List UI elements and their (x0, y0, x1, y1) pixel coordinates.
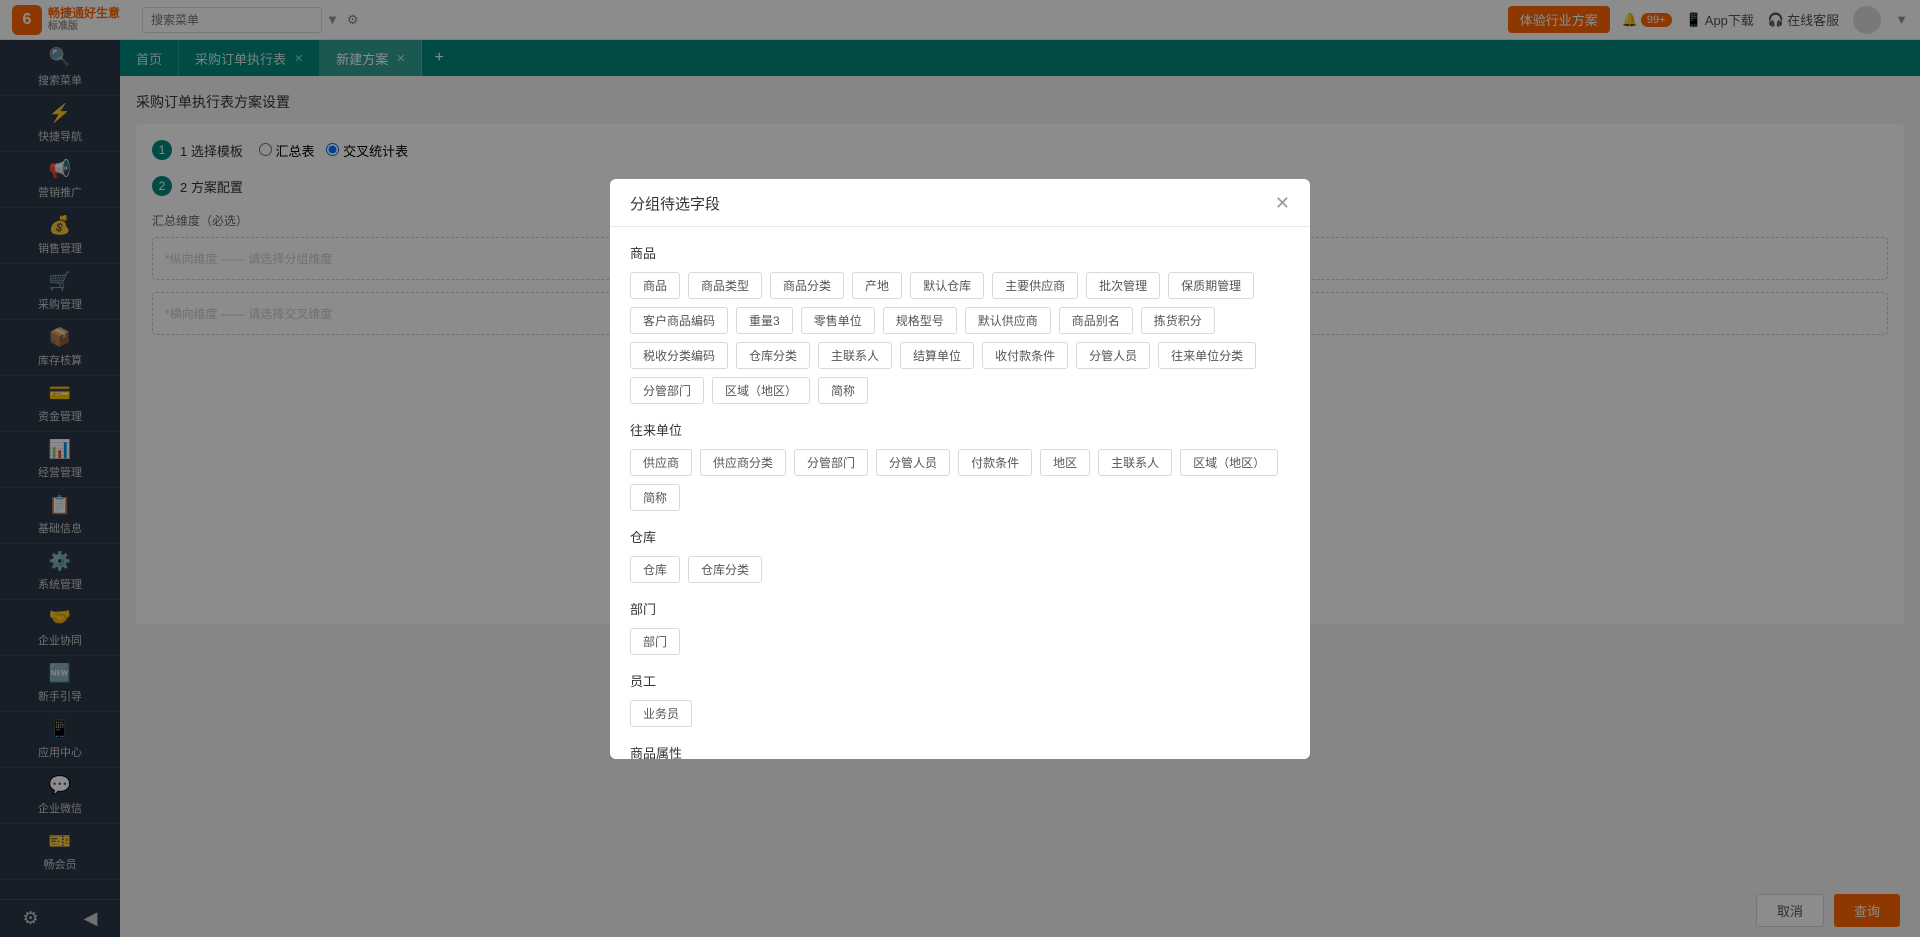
field-chip-零售单位[interactable]: 零售单位 (801, 307, 875, 334)
field-chip-结算单位[interactable]: 结算单位 (900, 342, 974, 369)
field-section-部门: 部门部门 (630, 599, 1290, 655)
field-section-往来单位: 往来单位供应商供应商分类分管部门分管人员付款条件地区主联系人区域（地区） 简称 (630, 420, 1290, 511)
field-select-modal: 分组待选字段 ✕ 商品商品商品类型商品分类产地默认仓库主要供应商批次管理保质期管… (610, 179, 1310, 759)
field-chip-分管部门[interactable]: 分管部门 (630, 377, 704, 404)
field-section-商品: 商品商品商品类型商品分类产地默认仓库主要供应商批次管理保质期管理客户商品编码重量… (630, 243, 1290, 404)
field-chip-主要供应商[interactable]: 主要供应商 (992, 272, 1078, 299)
section-title-部门: 部门 (630, 599, 1290, 618)
field-chip-区域（地区）[interactable]: 区域（地区） (712, 377, 810, 404)
section-title-商品: 商品 (630, 243, 1290, 262)
field-chip-供应商分类[interactable]: 供应商分类 (700, 449, 786, 476)
modal-body: 商品商品商品类型商品分类产地默认仓库主要供应商批次管理保质期管理客户商品编码重量… (610, 227, 1310, 759)
field-chip-业务员[interactable]: 业务员 (630, 700, 692, 727)
field-chip-部门[interactable]: 部门 (630, 628, 680, 655)
field-chip-地区[interactable]: 地区 (1040, 449, 1090, 476)
section-title-员工: 员工 (630, 671, 1290, 690)
field-chip-分管部门[interactable]: 分管部门 (794, 449, 868, 476)
field-chips-往来单位: 供应商供应商分类分管部门分管人员付款条件地区主联系人区域（地区） 简称 (630, 449, 1290, 511)
field-chip-付款条件[interactable]: 付款条件 (958, 449, 1032, 476)
field-chip-简称[interactable]: 简称 (630, 484, 680, 511)
field-chip-商品分类[interactable]: 商品分类 (770, 272, 844, 299)
field-chip-产地[interactable]: 产地 (852, 272, 902, 299)
section-title-商品属性: 商品属性 (630, 743, 1290, 759)
field-chip-重量3[interactable]: 重量3 (736, 307, 793, 334)
field-chip-区域（地区）[interactable]: 区域（地区） (1180, 449, 1278, 476)
field-chip-规格型号[interactable]: 规格型号 (883, 307, 957, 334)
modal-header: 分组待选字段 ✕ (610, 179, 1310, 227)
field-chip-分管人员[interactable]: 分管人员 (876, 449, 950, 476)
field-chip-默认供应商[interactable]: 默认供应商 (965, 307, 1051, 334)
modal-overlay: 分组待选字段 ✕ 商品商品商品类型商品分类产地默认仓库主要供应商批次管理保质期管… (0, 0, 1920, 937)
field-chips-商品: 商品商品类型商品分类产地默认仓库主要供应商批次管理保质期管理客户商品编码重量3 零… (630, 272, 1290, 404)
field-chip-商品类型[interactable]: 商品类型 (688, 272, 762, 299)
field-chip-默认仓库[interactable]: 默认仓库 (910, 272, 984, 299)
field-chip-主联系人[interactable]: 主联系人 (1098, 449, 1172, 476)
modal-title: 分组待选字段 (630, 193, 720, 214)
field-chip-商品[interactable]: 商品 (630, 272, 680, 299)
section-title-仓库: 仓库 (630, 527, 1290, 546)
field-section-商品属性: 商品属性属性颜色多规格尺码鞋码1 (630, 743, 1290, 759)
field-chip-主联系人[interactable]: 主联系人 (818, 342, 892, 369)
field-chips-仓库: 仓库仓库分类 (630, 556, 1290, 583)
field-chip-供应商[interactable]: 供应商 (630, 449, 692, 476)
field-chips-员工: 业务员 (630, 700, 1290, 727)
field-chip-税收分类编码[interactable]: 税收分类编码 (630, 342, 728, 369)
field-chips-部门: 部门 (630, 628, 1290, 655)
field-chip-仓库[interactable]: 仓库 (630, 556, 680, 583)
field-chip-收付款条件[interactable]: 收付款条件 (982, 342, 1068, 369)
field-chip-拣货积分[interactable]: 拣货积分 (1141, 307, 1215, 334)
field-chip-客户商品编码[interactable]: 客户商品编码 (630, 307, 728, 334)
field-chip-保质期管理[interactable]: 保质期管理 (1168, 272, 1254, 299)
field-chip-简称[interactable]: 简称 (818, 377, 868, 404)
section-title-往来单位: 往来单位 (630, 420, 1290, 439)
field-chip-商品别名[interactable]: 商品别名 (1059, 307, 1133, 334)
field-chip-批次管理[interactable]: 批次管理 (1086, 272, 1160, 299)
field-chip-仓库分类[interactable]: 仓库分类 (688, 556, 762, 583)
field-section-仓库: 仓库仓库仓库分类 (630, 527, 1290, 583)
field-chip-往来单位分类[interactable]: 往来单位分类 (1158, 342, 1256, 369)
modal-close-button[interactable]: ✕ (1275, 194, 1290, 212)
field-chip-仓库分类[interactable]: 仓库分类 (736, 342, 810, 369)
field-chip-分管人员[interactable]: 分管人员 (1076, 342, 1150, 369)
field-section-员工: 员工业务员 (630, 671, 1290, 727)
